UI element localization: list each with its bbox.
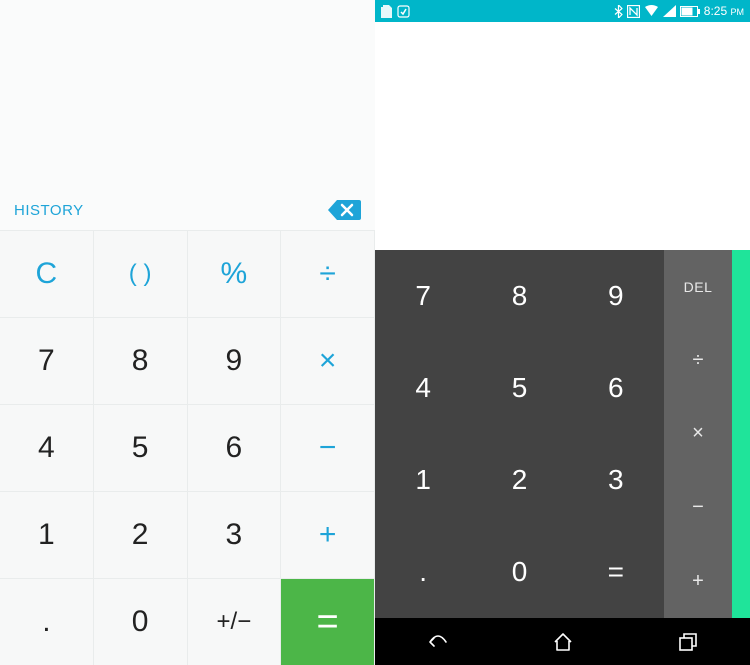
plus-button[interactable]: +: [664, 544, 732, 618]
home-button[interactable]: [533, 633, 593, 651]
sync-icon: [397, 5, 410, 18]
plus-button[interactable]: +: [281, 491, 375, 578]
digit-3[interactable]: 3: [568, 434, 664, 526]
equals-button[interactable]: =: [568, 526, 664, 618]
wifi-icon: [644, 5, 659, 17]
history-button[interactable]: HISTORY: [14, 202, 84, 219]
digit-4[interactable]: 4: [0, 404, 94, 491]
status-time: 8:25 PM: [704, 4, 744, 18]
negate-button[interactable]: +/−: [188, 578, 282, 665]
advanced-panel-handle[interactable]: [732, 250, 750, 618]
paren-button[interactable]: ( ): [94, 230, 188, 317]
right-calculator-app: 8:25 PM 7 8 9 4 5 6 1 2 3 . 0 = DEL ÷ × …: [375, 0, 750, 665]
digit-9[interactable]: 9: [188, 317, 282, 404]
equals-button[interactable]: =: [281, 578, 375, 665]
digit-6[interactable]: 6: [568, 342, 664, 434]
digit-2[interactable]: 2: [471, 434, 567, 526]
digit-9[interactable]: 9: [568, 250, 664, 342]
status-left: [381, 5, 410, 18]
delete-button[interactable]: DEL: [664, 250, 732, 324]
clear-button[interactable]: C: [0, 230, 94, 317]
divide-button[interactable]: ÷: [664, 324, 732, 398]
digit-5[interactable]: 5: [471, 342, 567, 434]
back-icon: [426, 633, 450, 651]
right-display: [375, 22, 750, 250]
recent-icon: [678, 633, 698, 651]
sim-icon: [381, 5, 392, 18]
status-right: 8:25 PM: [614, 4, 744, 18]
divide-button[interactable]: ÷: [281, 230, 375, 317]
nav-bar: [375, 618, 750, 665]
battery-icon: [680, 6, 700, 17]
left-display: HISTORY: [0, 0, 375, 230]
right-keypad: 7 8 9 4 5 6 1 2 3 . 0 = DEL ÷ × − +: [375, 250, 750, 618]
history-row: HISTORY: [0, 198, 375, 222]
decimal-button[interactable]: .: [0, 578, 94, 665]
right-operators: DEL ÷ × − +: [664, 250, 732, 618]
bluetooth-icon: [614, 5, 623, 18]
digit-5[interactable]: 5: [94, 404, 188, 491]
digit-0[interactable]: 0: [471, 526, 567, 618]
digit-0[interactable]: 0: [94, 578, 188, 665]
back-button[interactable]: [408, 633, 468, 651]
digit-7[interactable]: 7: [375, 250, 471, 342]
percent-button[interactable]: %: [188, 230, 282, 317]
minus-button[interactable]: −: [281, 404, 375, 491]
left-keypad: C ( ) % ÷ 7 8 9 × 4 5 6 − 1 2 3 + . 0 +/…: [0, 230, 375, 665]
status-bar: 8:25 PM: [375, 0, 750, 22]
decimal-button[interactable]: .: [375, 526, 471, 618]
home-icon: [553, 633, 573, 651]
digit-7[interactable]: 7: [0, 317, 94, 404]
digit-1[interactable]: 1: [375, 434, 471, 526]
digit-8[interactable]: 8: [94, 317, 188, 404]
multiply-button[interactable]: ×: [664, 397, 732, 471]
digit-4[interactable]: 4: [375, 342, 471, 434]
nfc-icon: [627, 5, 640, 18]
digit-1[interactable]: 1: [0, 491, 94, 578]
recent-button[interactable]: [658, 633, 718, 651]
digit-8[interactable]: 8: [471, 250, 567, 342]
signal-icon: [663, 5, 676, 17]
multiply-button[interactable]: ×: [281, 317, 375, 404]
right-numpad: 7 8 9 4 5 6 1 2 3 . 0 =: [375, 250, 664, 618]
minus-button[interactable]: −: [664, 471, 732, 545]
digit-3[interactable]: 3: [188, 491, 282, 578]
digit-6[interactable]: 6: [188, 404, 282, 491]
digit-2[interactable]: 2: [94, 491, 188, 578]
backspace-icon: [327, 198, 361, 222]
backspace-button[interactable]: [327, 198, 361, 222]
left-calculator-app: HISTORY C ( ) % ÷ 7 8 9 × 4 5 6 − 1 2 3 …: [0, 0, 375, 665]
